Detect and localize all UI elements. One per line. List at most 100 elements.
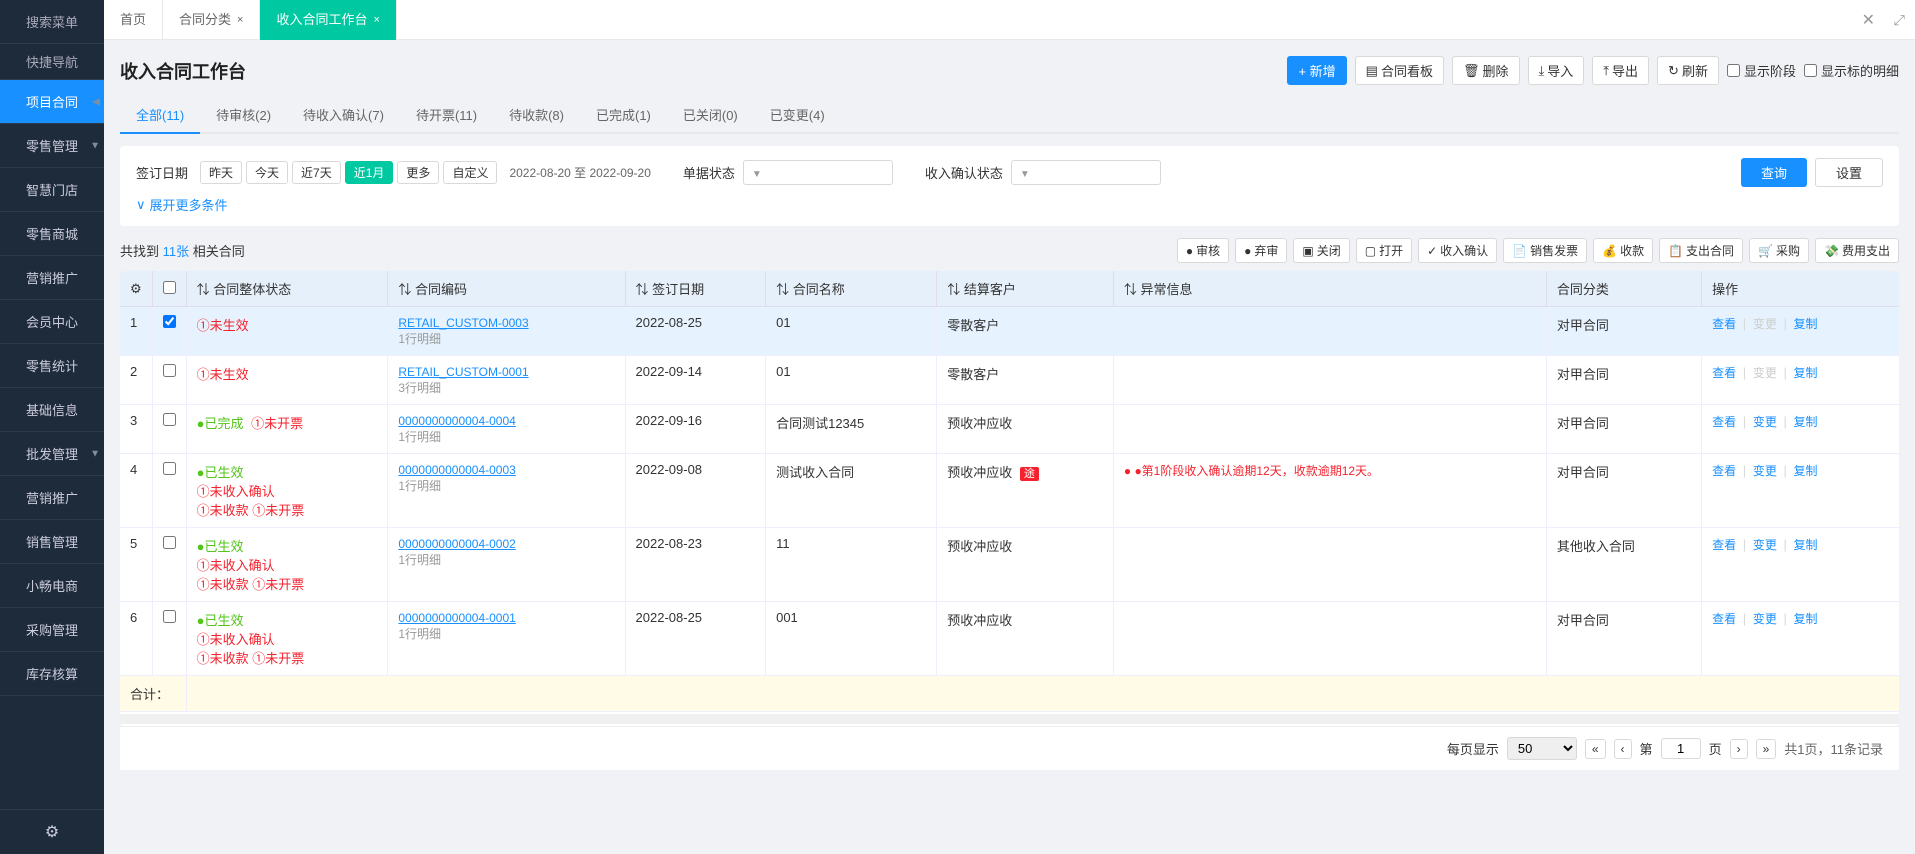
row4-view-btn[interactable]: 查看 — [1712, 464, 1736, 478]
row5-checkbox[interactable] — [152, 528, 186, 602]
first-page-btn[interactable]: « — [1585, 739, 1606, 759]
sidebar-search[interactable]: 搜索菜单 — [0, 0, 104, 44]
export-button[interactable]: ⤒ 导出 — [1592, 56, 1649, 85]
row2-view-btn[interactable]: 查看 — [1712, 366, 1736, 380]
page-size-select[interactable]: 50 100 200 — [1507, 737, 1577, 760]
row5-copy-btn[interactable]: 复制 — [1793, 538, 1817, 552]
settings-button[interactable]: 设置 — [1815, 158, 1883, 187]
sidebar-item-marketing2[interactable]: 营销推广 — [0, 476, 104, 520]
close-button[interactable]: ▣ 关闭 — [1293, 238, 1349, 263]
row3-checkbox[interactable] — [152, 405, 186, 454]
status-tab-closed[interactable]: 已关闭(0) — [667, 97, 754, 134]
sidebar-item-smart-store[interactable]: 智慧门店 — [0, 168, 104, 212]
sidebar-item-sales-mgmt[interactable]: 销售管理 — [0, 520, 104, 564]
last7days-btn[interactable]: 近7天 — [292, 161, 341, 184]
row6-edit-btn[interactable]: 变更 — [1753, 612, 1777, 626]
row4-copy-btn[interactable]: 复制 — [1793, 464, 1817, 478]
query-button[interactable]: 查询 — [1741, 158, 1807, 187]
row3-edit-btn[interactable]: 变更 — [1753, 415, 1777, 429]
purchase-button[interactable]: 🛒 采购 — [1749, 238, 1809, 263]
receive-confirm-select[interactable]: ▼ — [1011, 160, 1161, 185]
sidebar-quick-nav[interactable]: 快捷导航 — [0, 44, 104, 80]
sidebar-item-basic-info[interactable]: 基础信息 — [0, 388, 104, 432]
sales-invoice-button[interactable]: 📄 销售发票 — [1503, 238, 1587, 263]
refresh-button[interactable]: ↻ 刷新 — [1657, 56, 1719, 85]
prev-page-btn[interactable]: ‹ — [1614, 739, 1632, 759]
page-number-input[interactable]: 1 — [1661, 738, 1701, 759]
fee-out-button[interactable]: 💸 费用支出 — [1815, 238, 1899, 263]
delete-button[interactable]: 🗑 删除 — [1452, 56, 1520, 85]
today-btn[interactable]: 今天 — [246, 161, 288, 184]
row1-code-link[interactable]: RETAIL_CUSTOM-0003 — [398, 316, 528, 330]
close-tab-income-workbench[interactable]: × — [373, 0, 379, 40]
status-tab-changed[interactable]: 已变更(4) — [754, 97, 841, 134]
status-tab-pending-confirm[interactable]: 待收入确认(7) — [287, 97, 400, 134]
row4-code-link[interactable]: 0000000000004-0003 — [398, 463, 515, 477]
last1month-btn[interactable]: 近1月 — [345, 161, 394, 184]
sidebar-item-inventory[interactable]: 库存核算 — [0, 652, 104, 696]
window-close-icon[interactable]: ✕ — [1862, 10, 1875, 30]
tab-contract-category[interactable]: 合同分类 × — [163, 0, 260, 40]
tab-home[interactable]: 首页 — [104, 0, 163, 40]
contract-board-button[interactable]: ▤ 合同看板 — [1355, 56, 1444, 85]
row5-edit-btn[interactable]: 变更 — [1753, 538, 1777, 552]
doc-status-select[interactable]: ▼ — [743, 160, 893, 185]
status-tab-pending-audit[interactable]: 待审核(2) — [200, 97, 287, 134]
custom-btn[interactable]: 自定义 — [443, 161, 497, 184]
row4-checkbox[interactable] — [152, 454, 186, 528]
row5-view-btn[interactable]: 查看 — [1712, 538, 1736, 552]
row1-checkbox[interactable] — [152, 307, 186, 356]
status-tab-pending-invoice[interactable]: 待开票(11) — [400, 97, 493, 134]
show-detail-checkbox[interactable] — [1804, 64, 1817, 77]
next-page-btn[interactable]: › — [1730, 739, 1748, 759]
row6-view-btn[interactable]: 查看 — [1712, 612, 1736, 626]
settings-col-icon[interactable]: ⚙ — [130, 281, 142, 296]
row3-view-btn[interactable]: 查看 — [1712, 415, 1736, 429]
sidebar-item-batch-mgmt[interactable]: 批发管理 ▼ — [0, 432, 104, 476]
status-tab-pending-receive[interactable]: 待收款(8) — [493, 97, 580, 134]
expense-out-button[interactable]: 📋 支出合同 — [1659, 238, 1743, 263]
window-maximize-icon[interactable]: ⤢ — [1894, 11, 1905, 28]
row1-view-btn[interactable]: 查看 — [1712, 317, 1736, 331]
row3-copy-btn[interactable]: 复制 — [1793, 415, 1817, 429]
last-page-btn[interactable]: » — [1756, 739, 1777, 759]
more-btn[interactable]: 更多 — [397, 161, 439, 184]
row6-copy-btn[interactable]: 复制 — [1793, 612, 1817, 626]
select-all-checkbox[interactable] — [163, 281, 176, 294]
sidebar-item-retail-stats[interactable]: 零售统计 — [0, 344, 104, 388]
horizontal-scrollbar[interactable] — [120, 714, 1899, 724]
close-tab-contract-category[interactable]: × — [237, 0, 243, 40]
new-button[interactable]: + 新增 — [1287, 56, 1346, 85]
row6-code-link[interactable]: 0000000000004-0001 — [398, 611, 515, 625]
row3-code-link[interactable]: 0000000000004-0004 — [398, 414, 515, 428]
expand-conditions-btn[interactable]: ∨ 展开更多条件 — [136, 195, 1883, 214]
col-checkbox-header[interactable] — [152, 271, 186, 307]
receive-button[interactable]: 💰 收款 — [1593, 238, 1653, 263]
sidebar-item-xiaochang[interactable]: 小畅电商 — [0, 564, 104, 608]
yesterday-btn[interactable]: 昨天 — [200, 161, 242, 184]
sidebar-item-project[interactable]: 项目合同 ◀ — [0, 80, 104, 124]
row2-checkbox[interactable] — [152, 356, 186, 405]
show-stage-checkbox-label[interactable]: 显示阶段 — [1727, 61, 1796, 80]
row1-edit-btn[interactable]: 变更 — [1753, 317, 1777, 331]
tab-income-workbench[interactable]: 收入合同工作台 × — [260, 0, 396, 40]
sidebar-item-retail-mgmt[interactable]: 零售管理 ▼ — [0, 124, 104, 168]
row5-code-link[interactable]: 0000000000004-0002 — [398, 537, 515, 551]
open-button[interactable]: ▢ 打开 — [1356, 238, 1412, 263]
status-tab-all[interactable]: 全部(11) — [120, 97, 200, 134]
income-confirm-button[interactable]: ✓ 收入确认 — [1418, 238, 1497, 263]
col-settings-header[interactable]: ⚙ — [120, 271, 152, 307]
sidebar-item-member[interactable]: 会员中心 — [0, 300, 104, 344]
row2-copy-btn[interactable]: 复制 — [1793, 366, 1817, 380]
row2-code-link[interactable]: RETAIL_CUSTOM-0001 — [398, 365, 528, 379]
row1-copy-btn[interactable]: 复制 — [1793, 317, 1817, 331]
sidebar-item-marketing[interactable]: 营销推广 — [0, 256, 104, 300]
sidebar-item-retail-mall[interactable]: 零售商城 — [0, 212, 104, 256]
audit-button[interactable]: ● 审核 — [1177, 238, 1229, 263]
row4-edit-btn[interactable]: 变更 — [1753, 464, 1777, 478]
status-tab-completed[interactable]: 已完成(1) — [580, 97, 667, 134]
show-stage-checkbox[interactable] — [1727, 64, 1740, 77]
abandon-button[interactable]: ● 弃审 — [1235, 238, 1287, 263]
show-detail-checkbox-label[interactable]: 显示标的明细 — [1804, 61, 1899, 80]
import-button[interactable]: ⤓ 导入 — [1528, 56, 1585, 85]
